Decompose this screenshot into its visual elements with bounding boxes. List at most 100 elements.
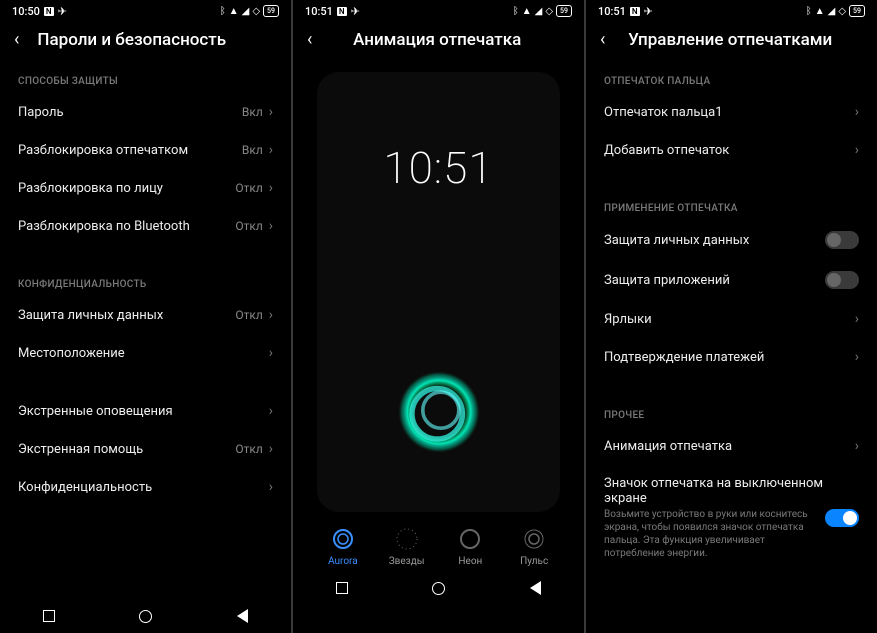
row-value: Вкл — [242, 105, 263, 119]
content: СПОСОБЫ ЗАЩИТЫ ПарольВкл›Разблокировка о… — [0, 62, 291, 599]
nav-home[interactable] — [136, 606, 156, 626]
chevron-right-icon: › — [269, 104, 273, 120]
row-title: Защита приложений — [604, 273, 825, 288]
chevron-right-icon: › — [855, 104, 859, 120]
settings-row[interactable]: Конфиденциальность› — [14, 468, 277, 506]
nav-recent[interactable] — [39, 606, 59, 626]
row-subtitle: Возьмите устройство в руки или коснитесь… — [604, 508, 825, 560]
battery-icon: 59 — [849, 5, 865, 17]
nav-back[interactable] — [233, 606, 253, 626]
chevron-right-icon: › — [269, 345, 273, 361]
animation-label: Пульс — [520, 556, 548, 567]
toggle[interactable] — [825, 231, 859, 249]
settings-row[interactable]: Защита личных данныхОткл› — [14, 296, 277, 334]
animation-options: Aurora Звезды Неон Пульс — [293, 520, 584, 571]
settings-row[interactable]: Экстренная помощьОткл› — [14, 430, 277, 468]
wifi-icon: ◇ — [252, 6, 260, 17]
row-title: Экстренные оповещения — [18, 404, 269, 419]
animation-option[interactable]: Aurora — [313, 526, 373, 567]
nav-back[interactable] — [526, 578, 546, 598]
phone-animation: 10:51 N ✈ ᛒ ▲ ◢ ◇ 59 ‹ Анимация отпечатк… — [293, 0, 584, 633]
row-title: Защита личных данных — [604, 233, 825, 248]
bluetooth-icon: ᛒ — [513, 6, 519, 17]
bluetooth-icon: ᛒ — [806, 6, 812, 17]
chevron-right-icon: › — [855, 438, 859, 454]
chevron-right-icon: › — [855, 349, 859, 365]
row-title: Местоположение — [18, 346, 269, 361]
settings-row[interactable]: Значок отпечатка на выключенном экранеВо… — [600, 465, 863, 571]
animation-option[interactable]: Неон — [440, 526, 500, 567]
signal-icon: ◢ — [828, 6, 836, 17]
settings-row[interactable]: Подтверждение платежей› — [600, 338, 863, 376]
toggle[interactable] — [825, 509, 859, 527]
row-title: Пароль — [18, 105, 242, 120]
status-time: 10:50 — [12, 5, 40, 18]
back-icon[interactable]: ‹ — [14, 31, 19, 49]
row-title: Ярлыки — [604, 312, 855, 327]
status-bar: 10:51 N ✈ ᛒ ▲ ◢ ◇ 59 — [293, 0, 584, 22]
section-label: ПРОЧЕЕ — [604, 410, 859, 421]
settings-row[interactable]: Анимация отпечатка› — [600, 427, 863, 465]
back-icon[interactable]: ‹ — [600, 31, 605, 49]
settings-row[interactable]: Защита приложений — [600, 260, 863, 300]
row-title: Защита личных данных — [18, 308, 235, 323]
chevron-right-icon: › — [269, 441, 273, 457]
back-icon[interactable]: ‹ — [307, 31, 312, 49]
bluetooth-icon: ᛒ — [220, 6, 226, 17]
page-title: Управление отпечатками — [623, 30, 837, 50]
settings-row[interactable]: Местоположение› — [14, 334, 277, 372]
rocket-icon: ✈ — [351, 5, 360, 18]
status-time: 10:51 — [305, 5, 333, 18]
settings-row[interactable]: Экстренные оповещения› — [14, 392, 277, 430]
settings-row[interactable]: Отпечаток пальца1› — [600, 93, 863, 131]
toggle[interactable] — [825, 271, 859, 289]
row-title: Добавить отпечаток — [604, 143, 855, 158]
nav-recent[interactable] — [332, 578, 352, 598]
chevron-right-icon: › — [269, 180, 273, 196]
preview-clock: 10:51 — [383, 142, 493, 194]
chevron-right-icon: › — [269, 403, 273, 419]
section-label: СПОСОБЫ ЗАЩИТЫ — [18, 76, 273, 87]
settings-row[interactable]: Добавить отпечаток› — [600, 131, 863, 169]
settings-row[interactable]: ПарольВкл › — [14, 93, 277, 131]
header: ‹ Пароли и безопасность — [0, 22, 291, 62]
battery-icon: 59 — [556, 5, 572, 17]
status-badge: N — [337, 7, 347, 16]
rows-extra: Экстренные оповещения›Экстренная помощьО… — [14, 392, 277, 506]
settings-row[interactable]: Разблокировка по лицуОткл › — [14, 169, 277, 207]
chevron-right-icon: › — [855, 142, 859, 158]
nav-bar — [293, 571, 584, 605]
signal-icon: ◢ — [242, 6, 250, 17]
row-value: Вкл — [242, 143, 263, 157]
wifi-icon: ◇ — [545, 6, 553, 17]
animation-label: Неон — [458, 556, 482, 567]
signal-icon: ▲ — [229, 6, 239, 17]
nav-bar — [0, 599, 291, 633]
row-value: Откл — [235, 219, 262, 233]
settings-row[interactable]: Разблокировка по BluetoothОткл› — [14, 207, 277, 245]
settings-row[interactable]: Защита личных данных — [600, 220, 863, 260]
animation-label: Aurora — [328, 556, 358, 567]
animation-option[interactable]: Пульс — [504, 526, 564, 567]
rows-privacy: Защита личных данныхОткл›Местоположение› — [14, 296, 277, 372]
status-badge: N — [44, 7, 54, 16]
row-value: Откл — [235, 308, 262, 322]
page-title: Анимация отпечатка — [330, 30, 544, 50]
chevron-right-icon: › — [855, 311, 859, 327]
row-value: Откл — [235, 181, 262, 195]
animation-option[interactable]: Звезды — [377, 526, 437, 567]
row-title: Значок отпечатка на выключенном экране — [604, 476, 825, 506]
signal-icon: ▲ — [522, 6, 532, 17]
status-time: 10:51 — [598, 5, 626, 18]
row-title: Разблокировка по Bluetooth — [18, 219, 235, 234]
animation-thumb-icon — [457, 526, 483, 552]
section-label: ПРИМЕНЕНИЕ ОТПЕЧАТКА — [604, 203, 859, 214]
row-title: Разблокировка отпечатком — [18, 143, 242, 158]
row-title: Разблокировка по лицу — [18, 181, 235, 196]
settings-row[interactable]: Ярлыки› — [600, 300, 863, 338]
animation-preview: 10:51 — [317, 72, 560, 512]
signal-icon: ◢ — [535, 6, 543, 17]
settings-row[interactable]: Разблокировка отпечаткомВкл› — [14, 131, 277, 169]
nav-home[interactable] — [429, 578, 449, 598]
animation-thumb-icon — [394, 526, 420, 552]
